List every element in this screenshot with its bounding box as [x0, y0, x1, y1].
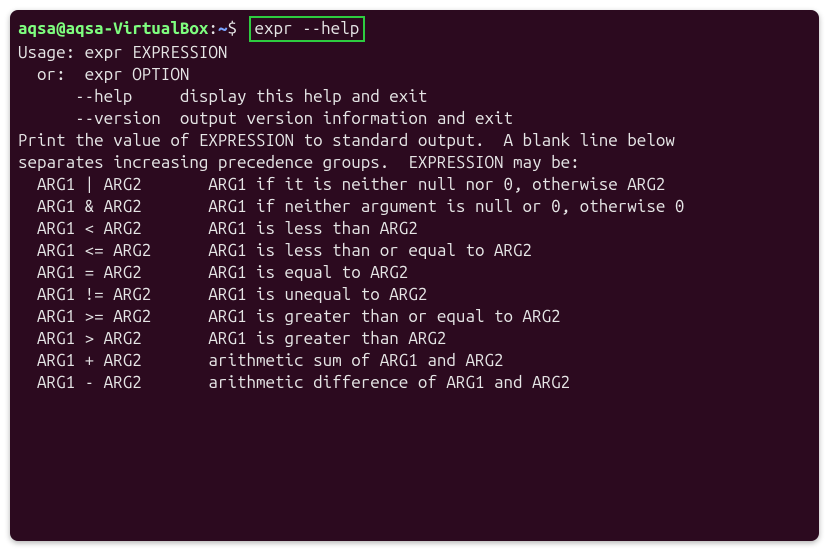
- output-line: --version output version information and…: [18, 108, 811, 130]
- output-line: or: expr OPTION: [18, 64, 811, 86]
- command-highlight-box: expr --help: [249, 16, 366, 42]
- command-text: expr --help: [255, 19, 360, 38]
- output-line: ARG1 > ARG2 ARG1 is greater than ARG2: [18, 328, 811, 350]
- output-line: ARG1 != ARG2 ARG1 is unequal to ARG2: [18, 284, 811, 306]
- output-line: ARG1 = ARG2 ARG1 is equal to ARG2: [18, 262, 811, 284]
- prompt-sep1: :: [208, 19, 218, 38]
- output-line: ARG1 & ARG2 ARG1 if neither argument is …: [18, 196, 811, 218]
- output-line: Usage: expr EXPRESSION: [18, 42, 811, 64]
- output-line: ARG1 >= ARG2 ARG1 is greater than or equ…: [18, 306, 811, 328]
- output-line: ARG1 | ARG2 ARG1 if it is neither null n…: [18, 174, 811, 196]
- terminal-window[interactable]: aqsa@aqsa-VirtualBox:~$ expr --help Usag…: [10, 10, 819, 541]
- output-line: --help display this help and exit: [18, 86, 811, 108]
- output-line: Print the value of EXPRESSION to standar…: [18, 130, 811, 152]
- prompt-sep2: $: [227, 19, 246, 38]
- output-line: separates increasing precedence groups. …: [18, 152, 811, 174]
- output-line: ARG1 + ARG2 arithmetic sum of ARG1 and A…: [18, 350, 811, 372]
- output-line: ARG1 < ARG2 ARG1 is less than ARG2: [18, 218, 811, 240]
- prompt-user-host: aqsa@aqsa-VirtualBox: [18, 19, 208, 38]
- prompt-line: aqsa@aqsa-VirtualBox:~$ expr --help: [18, 16, 811, 42]
- output-line: ARG1 <= ARG2 ARG1 is less than or equal …: [18, 240, 811, 262]
- output-line: ARG1 - ARG2 arithmetic difference of ARG…: [18, 372, 811, 394]
